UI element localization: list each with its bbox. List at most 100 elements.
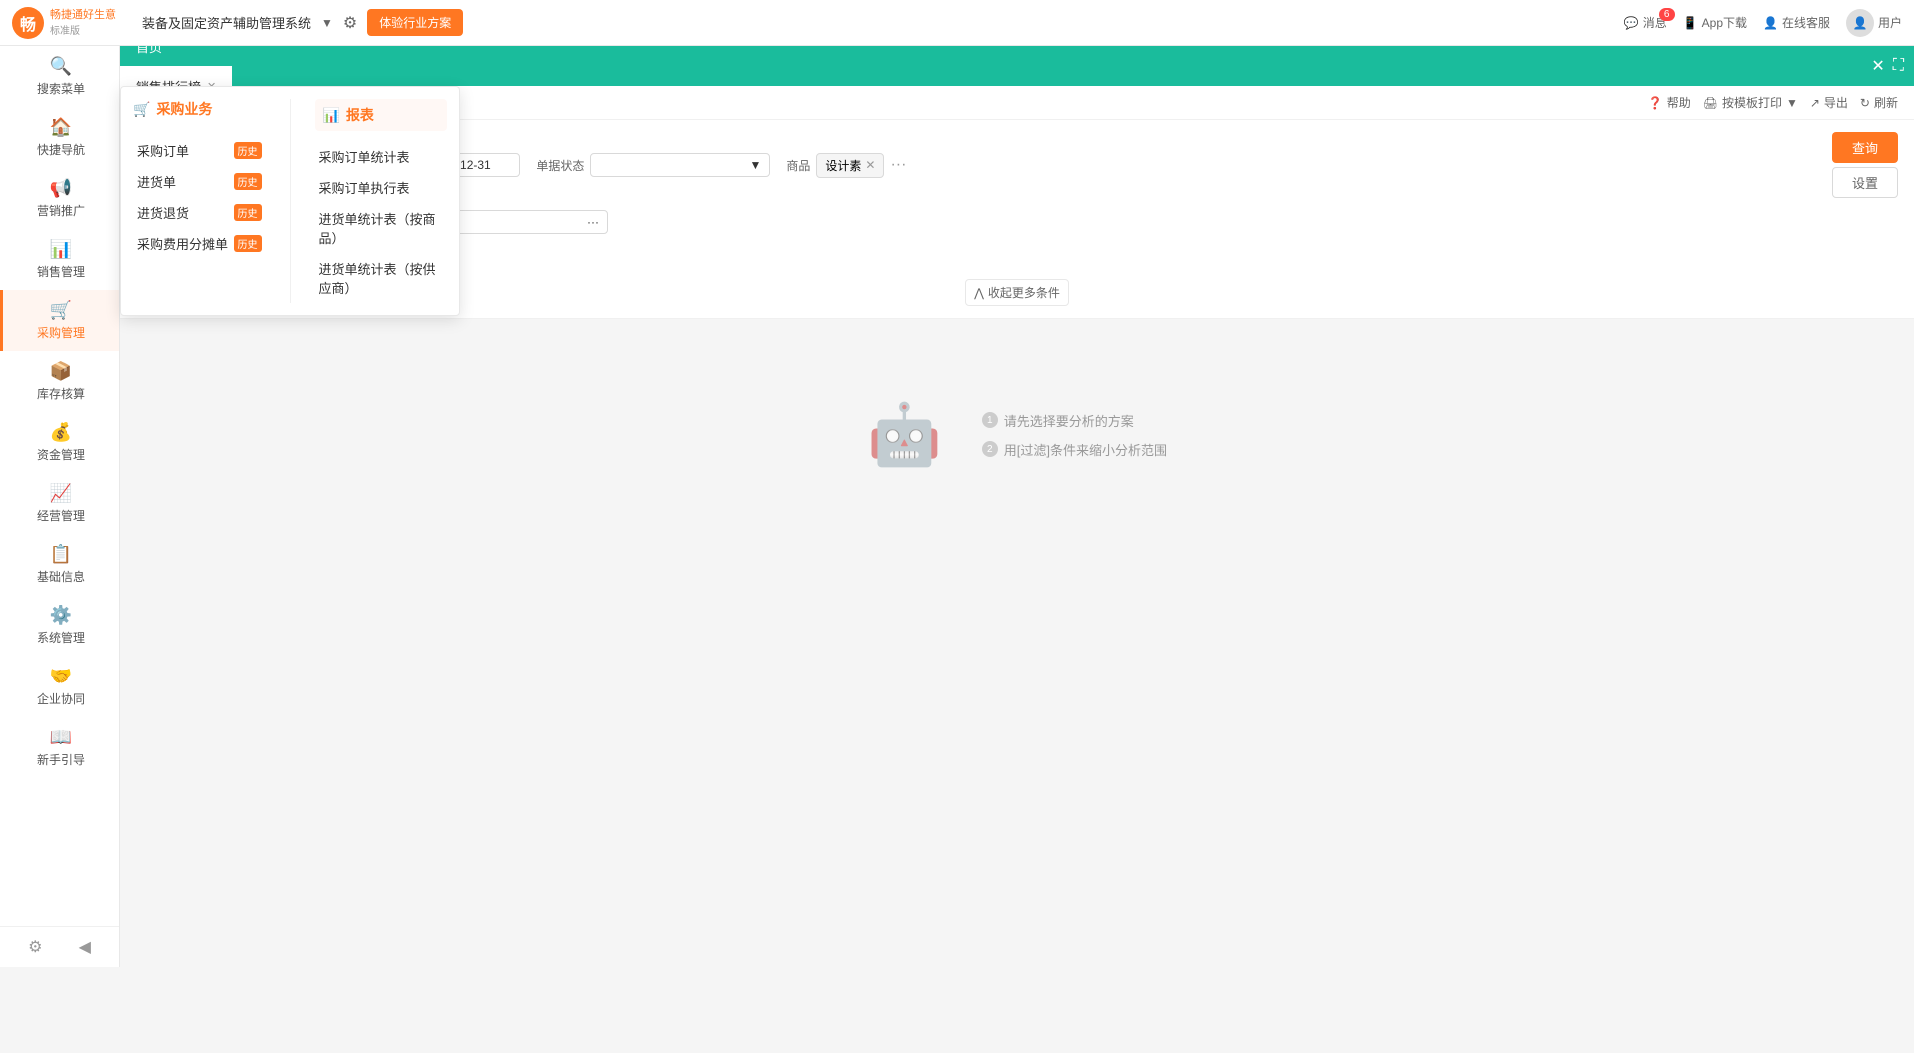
purchase-item-label-1: 进货单	[137, 172, 176, 191]
gear-btn[interactable]: ⚙	[343, 13, 357, 33]
status-filter: 单据状态 ▼	[536, 153, 770, 177]
print-action[interactable]: 🖨 按模板打印 ▼	[1703, 94, 1798, 111]
goods-filter: 商品 设计素 ✕ ···	[786, 153, 906, 178]
query-btn-group: 查询 设置	[1832, 132, 1898, 198]
status-select[interactable]: ▼	[590, 153, 770, 177]
purchase-item-1[interactable]: 进货单历史	[133, 166, 266, 197]
user-label: 用户	[1878, 14, 1902, 31]
report-icon: 📊	[323, 107, 340, 124]
sidebar-item-基础信息[interactable]: 📋基础信息	[0, 534, 119, 595]
refresh-action[interactable]: ↻ 刷新	[1860, 94, 1898, 111]
tab-bar: 首页销售排行榜✕ ✕ ⛶	[120, 46, 1914, 86]
report-item-label-2: 进货单统计表（按商品）	[319, 209, 444, 247]
message-icon: 💬	[1624, 16, 1639, 30]
query-button[interactable]: 查询	[1832, 132, 1898, 163]
sidebar-icon-11: 📖	[50, 727, 72, 748]
empty-tip-2: 2 用[过滤]条件来缩小分析范围	[982, 440, 1167, 459]
sidebar-item-新手引导[interactable]: 📖 新手引导	[0, 717, 119, 778]
sidebar-icon-1: 🏠	[50, 117, 72, 138]
app-download-area[interactable]: 📱 App下载	[1683, 14, 1747, 31]
purchase-items: 采购订单历史进货单历史进货退货历史采购费用分摊单历史	[133, 135, 266, 259]
empty-state: 🤖 1 请先选择要分析的方案 2 用[过滤]条件来缩小分析范围	[120, 319, 1914, 550]
sidebar-item-资金管理[interactable]: 💰资金管理	[0, 412, 119, 473]
tab-bar-actions: ✕ ⛶	[1871, 56, 1904, 76]
user-area[interactable]: 👤 用户	[1846, 9, 1902, 37]
goods-tag-close[interactable]: ✕	[865, 158, 875, 172]
collapse-icon: ⋀	[974, 286, 984, 300]
goods-more-btn[interactable]: ···	[890, 156, 906, 174]
message-badge: 6	[1659, 8, 1675, 21]
header-right: 💬 消息 6 📱 App下载 👤 在线客服 👤 用户	[1624, 9, 1902, 37]
refresh-icon: ↻	[1860, 96, 1870, 110]
sidebar-item-销售管理[interactable]: 📊销售管理	[0, 229, 119, 290]
history-tag-3: 历史	[234, 235, 262, 252]
sidebar-label-7: 经营管理	[37, 507, 85, 524]
online-service-area[interactable]: 👤 在线客服	[1763, 14, 1830, 31]
online-service-label: 在线客服	[1782, 14, 1830, 31]
sidebar-icon-6: 💰	[50, 422, 72, 443]
maximize-btn[interactable]: ⛶	[1893, 57, 1904, 75]
system-title: 装备及固定资产辅助管理系统	[142, 13, 311, 32]
logo-text: 畅捷通好生意	[50, 8, 116, 22]
logo-area: 畅 畅捷通好生意 标准版	[12, 7, 132, 39]
purchase-item-2[interactable]: 进货退货 历史	[133, 197, 266, 228]
col-divider	[290, 99, 291, 303]
report-item-1[interactable]: 采购订单执行表	[315, 172, 448, 203]
export-icon: ↗	[1810, 96, 1820, 110]
app-download-label: App下载	[1702, 14, 1747, 31]
logo-icon: 畅	[12, 7, 44, 39]
sidebar-item-快捷导航[interactable]: 🏠快捷导航	[0, 107, 119, 168]
sidebar-item-系统管理[interactable]: ⚙️系统管理	[0, 595, 119, 656]
export-action[interactable]: ↗ 导出	[1810, 94, 1848, 111]
report-item-0[interactable]: 采购订单统计表	[315, 141, 448, 172]
sidebar-item-企业协同[interactable]: 🤝企业协同	[0, 656, 119, 717]
report-item-label-0: 采购订单统计表	[319, 147, 410, 166]
sidebar-icon-0: 🔍	[50, 56, 72, 77]
goods-tag[interactable]: 设计素 ✕	[816, 153, 884, 178]
sidebar-label-5: 库存核算	[37, 385, 85, 402]
help-action[interactable]: ❓ 帮助	[1648, 94, 1691, 111]
notification-area[interactable]: 💬 消息 6	[1624, 14, 1667, 31]
sidebar-icon-10: 🤝	[50, 666, 72, 687]
industry-btn[interactable]: 体验行业方案	[367, 9, 463, 36]
purchase-item-3[interactable]: 采购费用分摊单历史	[133, 228, 266, 259]
sidebar-label-8: 基础信息	[37, 568, 85, 585]
sidebar-icon-5: 📦	[50, 361, 72, 382]
sidebar-item-搜索菜单[interactable]: 🔍 搜索菜单	[0, 46, 119, 107]
report-item-2[interactable]: 进货单统计表（按商品）	[315, 203, 448, 253]
purchase-item-label-2: 进货退货	[137, 203, 189, 222]
system-dropdown-btn[interactable]: ▼	[321, 16, 333, 30]
history-tag-2: 历史	[234, 204, 262, 221]
help-icon: ❓	[1648, 96, 1663, 110]
report-title: 📊 报表	[315, 99, 448, 131]
collapse-conditions-btn[interactable]: ⋀ 收起更多条件	[965, 279, 1069, 306]
purchase-title: 🛒 采购业务	[133, 99, 266, 125]
header-center: 装备及固定资产辅助管理系统 ▼ ⚙ 体验行业方案	[132, 9, 1624, 36]
report-item-3[interactable]: 进货单统计表（按供应商）	[315, 253, 448, 303]
sidebar: 🔍 搜索菜单 🏠快捷导航📢营销推广📊销售管理🛒采购管理 📦 库存核算 💰资金管理📈经营管理…	[0, 0, 120, 967]
report-col: 📊 报表 采购订单统计表采购订单执行表进货单统计表（按商品） 进货单统计表（按供应…	[315, 99, 448, 303]
dropdown-overlay: 🛒 采购业务 采购订单历史进货单历史进货退货历史采购费用分摊单历史 📊 报表 采…	[120, 86, 460, 316]
purchase-icon: 🛒	[133, 101, 150, 118]
purchase-item-0[interactable]: 采购订单历史	[133, 135, 266, 166]
logo-sub: 标准版	[50, 22, 116, 37]
sidebar-label-3: 销售管理	[37, 263, 85, 280]
collapse-btn[interactable]: ◀	[79, 937, 91, 957]
report-items: 采购订单统计表采购订单执行表进货单统计表（按商品） 进货单统计表（按供应商）	[315, 141, 448, 303]
close-tab-btn[interactable]: ✕	[1871, 56, 1884, 76]
purchase-item-label-0: 采购订单	[137, 141, 189, 160]
sidebar-bottom: ⚙ ◀	[0, 926, 119, 967]
settings-btn[interactable]: ⚙	[28, 937, 42, 957]
dropdown-menu: 🛒 采购业务 采购订单历史进货单历史进货退货历史采购费用分摊单历史 📊 报表 采…	[120, 86, 460, 316]
sidebar-item-营销推广[interactable]: 📢营销推广	[0, 168, 119, 229]
purchase-item-label-3: 采购费用分摊单	[137, 234, 228, 253]
sidebar-item-采购管理[interactable]: 🛒采购管理	[0, 290, 119, 351]
sidebar-icon-2: 📢	[50, 178, 72, 199]
sidebar-item-经营管理[interactable]: 📈经营管理	[0, 473, 119, 534]
sidebar-icon-9: ⚙️	[50, 605, 72, 626]
sidebar-item-库存核算[interactable]: 📦 库存核算	[0, 351, 119, 412]
sidebar-label-0: 搜索菜单	[37, 80, 85, 97]
sidebar-label-11: 新手引导	[37, 751, 85, 768]
setting-button[interactable]: 设置	[1832, 167, 1898, 198]
purchase-col: 🛒 采购业务 采购订单历史进货单历史进货退货历史采购费用分摊单历史	[133, 99, 266, 303]
